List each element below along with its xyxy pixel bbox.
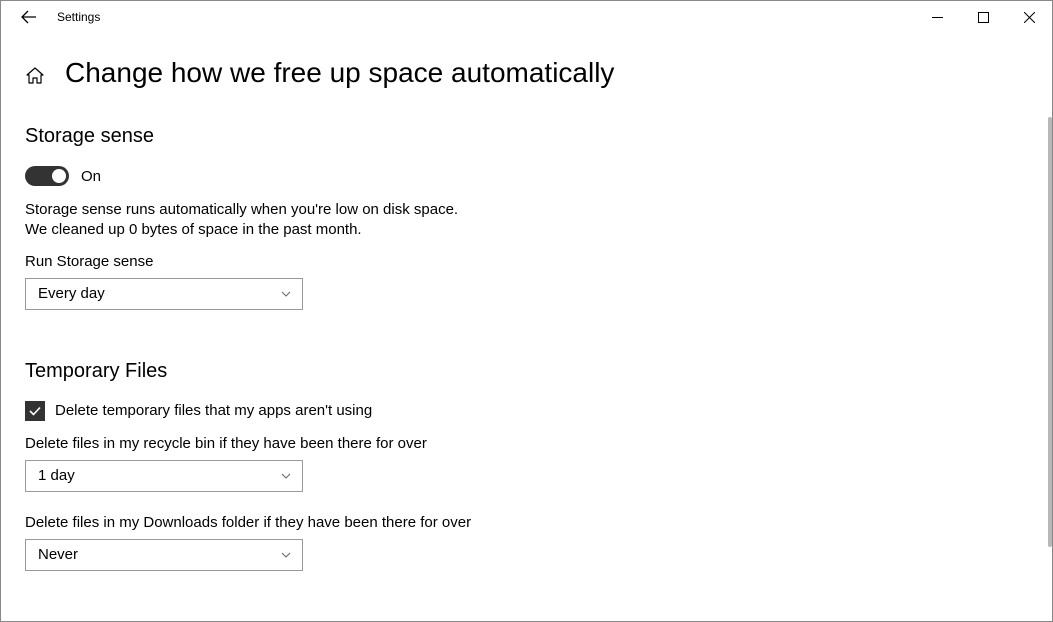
run-storage-sense-label: Run Storage sense <box>25 253 1028 270</box>
maximize-button[interactable] <box>960 1 1006 33</box>
window-title: Settings <box>57 10 100 24</box>
recycle-bin-label: Delete files in my recycle bin if they h… <box>25 435 1028 452</box>
storage-sense-heading: Storage sense <box>25 125 1028 148</box>
delete-temp-label: Delete temporary files that my apps aren… <box>55 402 372 419</box>
storage-sense-toggle-row: On <box>25 166 1028 186</box>
storage-sense-toggle-label: On <box>81 168 101 185</box>
page-header: Change how we free up space automaticall… <box>1 33 1052 97</box>
storage-sense-toggle[interactable] <box>25 166 69 186</box>
chevron-down-icon <box>280 470 292 482</box>
scrollbar-thumb[interactable] <box>1048 117 1052 547</box>
titlebar: Settings <box>1 1 1052 33</box>
close-icon <box>1024 12 1035 23</box>
recycle-bin-field: Delete files in my recycle bin if they h… <box>25 435 1028 492</box>
home-icon[interactable] <box>25 66 45 86</box>
toggle-knob <box>52 169 66 183</box>
recycle-bin-select[interactable]: 1 day <box>25 460 303 492</box>
chevron-down-icon <box>280 549 292 561</box>
scrollbar-track[interactable] <box>1046 33 1052 621</box>
downloads-value: Never <box>38 546 78 563</box>
maximize-icon <box>978 12 989 23</box>
temporary-files-heading: Temporary Files <box>25 360 1028 383</box>
window-controls <box>914 1 1052 33</box>
page-title: Change how we free up space automaticall… <box>65 57 614 89</box>
back-button[interactable] <box>9 1 49 33</box>
downloads-field: Delete files in my Downloads folder if t… <box>25 514 1028 571</box>
checkmark-icon <box>28 404 42 418</box>
downloads-label: Delete files in my Downloads folder if t… <box>25 514 1028 531</box>
storage-sense-desc-1: Storage sense runs automatically when yo… <box>25 200 1028 220</box>
close-button[interactable] <box>1006 1 1052 33</box>
delete-temp-checkbox[interactable] <box>25 401 45 421</box>
downloads-select[interactable]: Never <box>25 539 303 571</box>
storage-sense-desc-2: We cleaned up 0 bytes of space in the pa… <box>25 220 1028 240</box>
run-storage-sense-select[interactable]: Every day <box>25 278 303 310</box>
minimize-icon <box>932 12 943 23</box>
delete-temp-checkbox-row: Delete temporary files that my apps aren… <box>25 401 1028 421</box>
minimize-button[interactable] <box>914 1 960 33</box>
recycle-bin-value: 1 day <box>38 467 75 484</box>
run-storage-sense-value: Every day <box>38 285 105 302</box>
content-area: Storage sense On Storage sense runs auto… <box>1 97 1052 571</box>
chevron-down-icon <box>280 288 292 300</box>
back-arrow-icon <box>21 9 37 25</box>
